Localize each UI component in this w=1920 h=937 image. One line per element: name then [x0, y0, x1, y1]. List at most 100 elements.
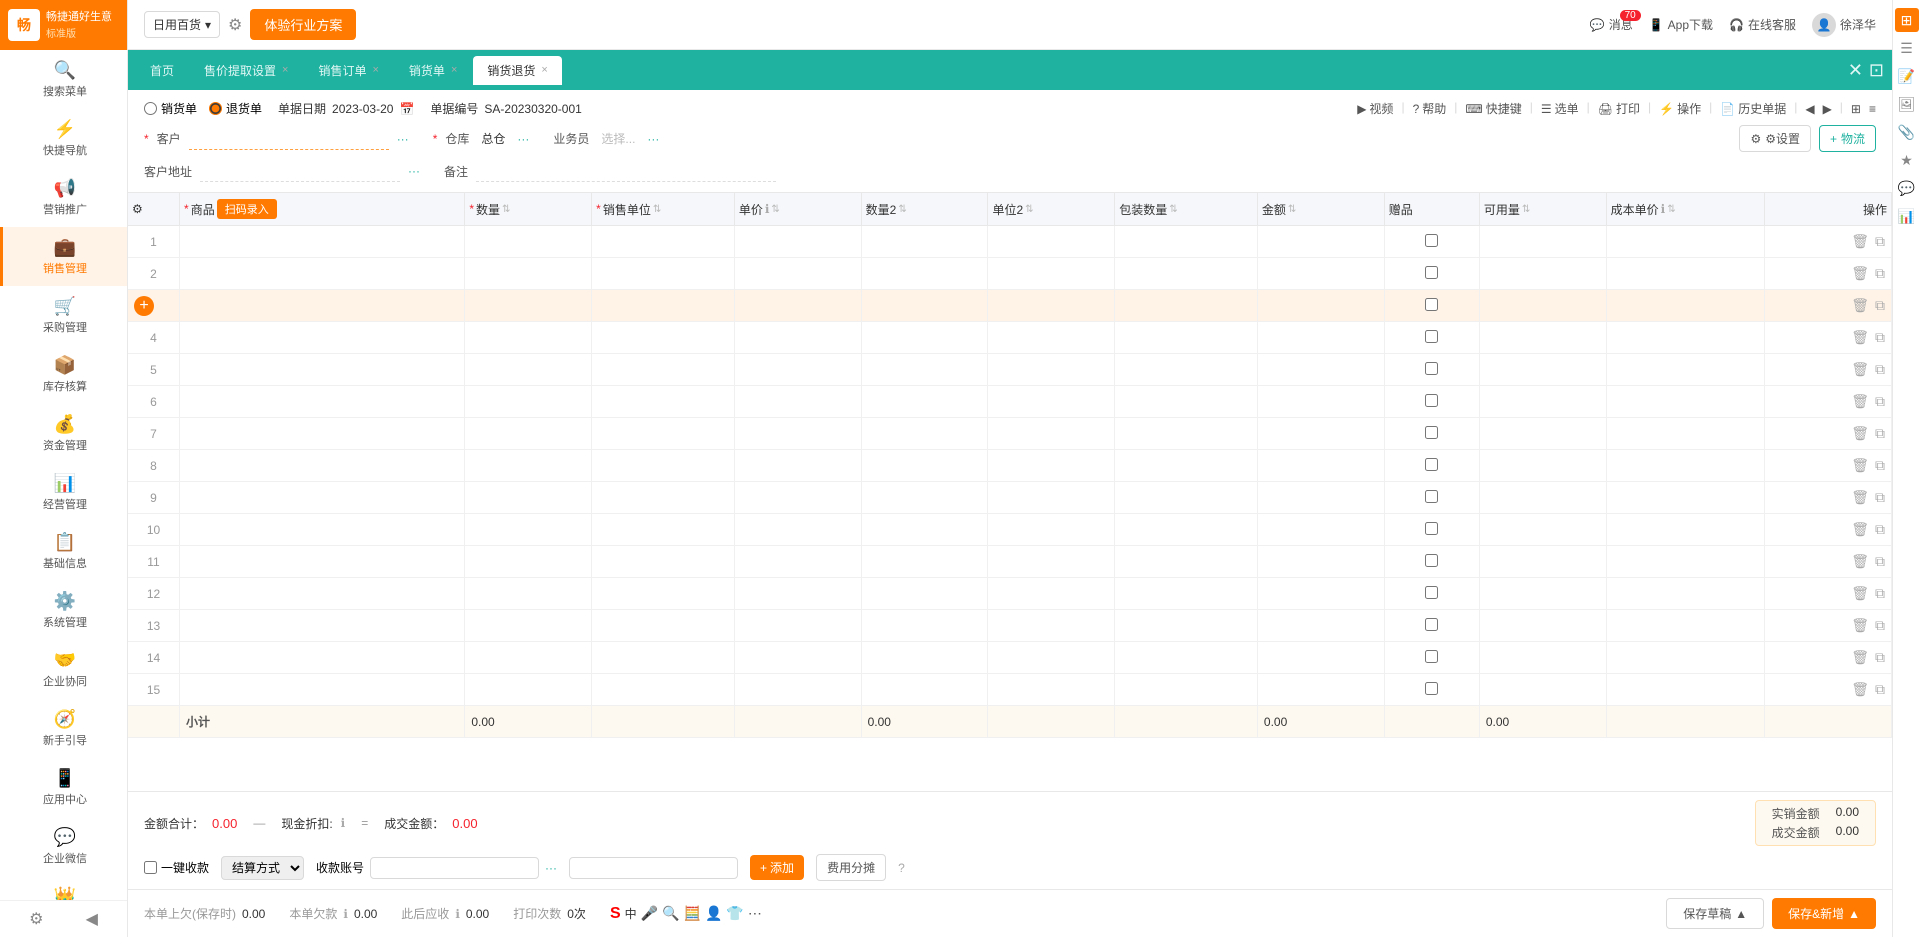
unit-price-cell[interactable]: [734, 354, 861, 386]
copy-icon[interactable]: ⧉: [1875, 425, 1885, 442]
unit-price-cell[interactable]: [734, 258, 861, 290]
cost-price-cell[interactable]: [1606, 610, 1765, 642]
goods-input[interactable]: [186, 587, 458, 601]
goods-cell[interactable]: [180, 354, 465, 386]
sales-unit-cell[interactable]: [592, 386, 735, 418]
gift-checkbox[interactable]: [1425, 490, 1438, 503]
cost-price-cell[interactable]: [1606, 354, 1765, 386]
available-cell[interactable]: [1479, 418, 1606, 450]
goods-input[interactable]: [186, 299, 458, 313]
sidebar-item-appstore[interactable]: 📱应用中心: [0, 758, 127, 817]
close-window-icon[interactable]: ✕: [1848, 60, 1863, 81]
maximize-icon[interactable]: ⊡: [1869, 60, 1884, 81]
quantity2-cell[interactable]: [861, 578, 988, 610]
gift-checkbox[interactable]: [1425, 522, 1438, 535]
sales-unit-cell[interactable]: [592, 610, 735, 642]
copy-icon[interactable]: ⧉: [1875, 681, 1885, 698]
customer-select-btn[interactable]: ···: [397, 132, 409, 146]
package-qty-cell[interactable]: [1115, 226, 1258, 258]
copy-icon[interactable]: ⧉: [1875, 393, 1885, 410]
next-btn[interactable]: ▶: [1823, 100, 1832, 117]
toolbar-icon-more[interactable]: ⋯: [748, 905, 762, 922]
sidebar-item-basic[interactable]: 📋基础信息: [0, 522, 127, 581]
gift-checkbox[interactable]: [1425, 682, 1438, 695]
gift-cell[interactable]: [1384, 514, 1479, 546]
goods-input[interactable]: [186, 427, 458, 441]
sales-unit-cell[interactable]: [592, 514, 735, 546]
gift-checkbox[interactable]: [1425, 330, 1438, 343]
delete-icon[interactable]: 🗑: [1851, 553, 1869, 570]
print-btn[interactable]: 🖨 打印: [1598, 100, 1640, 117]
unit-price-cell[interactable]: [734, 418, 861, 450]
package-qty-cell[interactable]: [1115, 514, 1258, 546]
sidebar-item-sales[interactable]: 💼销售管理: [0, 227, 127, 286]
goods-input[interactable]: [186, 619, 458, 633]
unit2-cell[interactable]: [988, 546, 1115, 578]
available-cell[interactable]: [1479, 386, 1606, 418]
rp-icon-attachment[interactable]: 📎: [1895, 120, 1919, 144]
delete-icon[interactable]: 🗑: [1851, 585, 1869, 602]
quantity2-cell[interactable]: [861, 418, 988, 450]
package-qty-cell[interactable]: [1115, 450, 1258, 482]
scan-btn[interactable]: 扫码录入: [217, 199, 277, 219]
amount-cell[interactable]: [1257, 482, 1384, 514]
quantity-cell[interactable]: [465, 322, 592, 354]
available-cell[interactable]: [1479, 258, 1606, 290]
gift-cell[interactable]: [1384, 450, 1479, 482]
goods-input[interactable]: [186, 395, 458, 409]
gift-checkbox[interactable]: [1425, 394, 1438, 407]
package-qty-cell[interactable]: [1115, 258, 1258, 290]
salesperson-select-btn[interactable]: ···: [647, 132, 659, 146]
gift-checkbox[interactable]: [1425, 650, 1438, 663]
cost-price-cell[interactable]: [1606, 258, 1765, 290]
available-cell[interactable]: [1479, 642, 1606, 674]
quantity-cell[interactable]: [465, 226, 592, 258]
unit2-cell[interactable]: [988, 610, 1115, 642]
package-qty-cell[interactable]: [1115, 674, 1258, 706]
package-qty-cell[interactable]: [1115, 642, 1258, 674]
goods-cell[interactable]: [180, 642, 465, 674]
delete-icon[interactable]: 🗑: [1851, 617, 1869, 634]
goods-input[interactable]: [186, 555, 458, 569]
history-btn[interactable]: 📄 历史单据: [1720, 100, 1786, 117]
copy-icon[interactable]: ⧉: [1875, 553, 1885, 570]
sales-unit-cell[interactable]: [592, 642, 735, 674]
cost-price-cell[interactable]: [1606, 418, 1765, 450]
amount-cell[interactable]: [1257, 354, 1384, 386]
gift-checkbox[interactable]: [1425, 458, 1438, 471]
amount-cell[interactable]: [1257, 418, 1384, 450]
delete-icon[interactable]: 🗑: [1851, 393, 1869, 410]
sidebar-item-purchase[interactable]: 🛒采购管理: [0, 286, 127, 345]
amount-cell[interactable]: [1257, 610, 1384, 642]
amount-cell[interactable]: [1257, 386, 1384, 418]
unit-price-cell[interactable]: [734, 386, 861, 418]
gift-checkbox[interactable]: [1425, 618, 1438, 631]
toolbar-icon-person[interactable]: 👤: [705, 905, 722, 922]
amount-cell[interactable]: [1257, 322, 1384, 354]
cost-price-cell[interactable]: [1606, 514, 1765, 546]
delete-icon[interactable]: 🗑: [1851, 361, 1869, 378]
tab-close-price-settings[interactable]: ×: [282, 64, 288, 76]
calendar-icon[interactable]: 📅: [399, 102, 414, 116]
unit2-cell[interactable]: [988, 450, 1115, 482]
goods-cell[interactable]: [180, 514, 465, 546]
goods-cell[interactable]: [180, 610, 465, 642]
quantity2-cell[interactable]: [861, 546, 988, 578]
unit2-cell[interactable]: [988, 226, 1115, 258]
available-cell[interactable]: [1479, 482, 1606, 514]
sales-unit-cell[interactable]: [592, 674, 735, 706]
unit-price-cell[interactable]: [734, 322, 861, 354]
available-cell[interactable]: [1479, 674, 1606, 706]
toolbar-icon-mic[interactable]: 🎤: [641, 905, 658, 922]
quantity2-cell[interactable]: [861, 674, 988, 706]
settlement-select[interactable]: 结算方式: [221, 856, 304, 880]
sales-unit-cell[interactable]: [592, 290, 735, 322]
delete-icon[interactable]: 🗑: [1851, 681, 1869, 698]
experience-btn[interactable]: 体验行业方案: [250, 9, 356, 40]
goods-input[interactable]: [186, 651, 458, 665]
add-row-btn[interactable]: +: [134, 296, 154, 316]
cost-price-cell[interactable]: [1606, 290, 1765, 322]
topbar-gear-icon[interactable]: ⚙: [228, 15, 242, 35]
rp-icon-photo[interactable]: 🖼: [1895, 92, 1919, 116]
goods-cell[interactable]: [180, 674, 465, 706]
